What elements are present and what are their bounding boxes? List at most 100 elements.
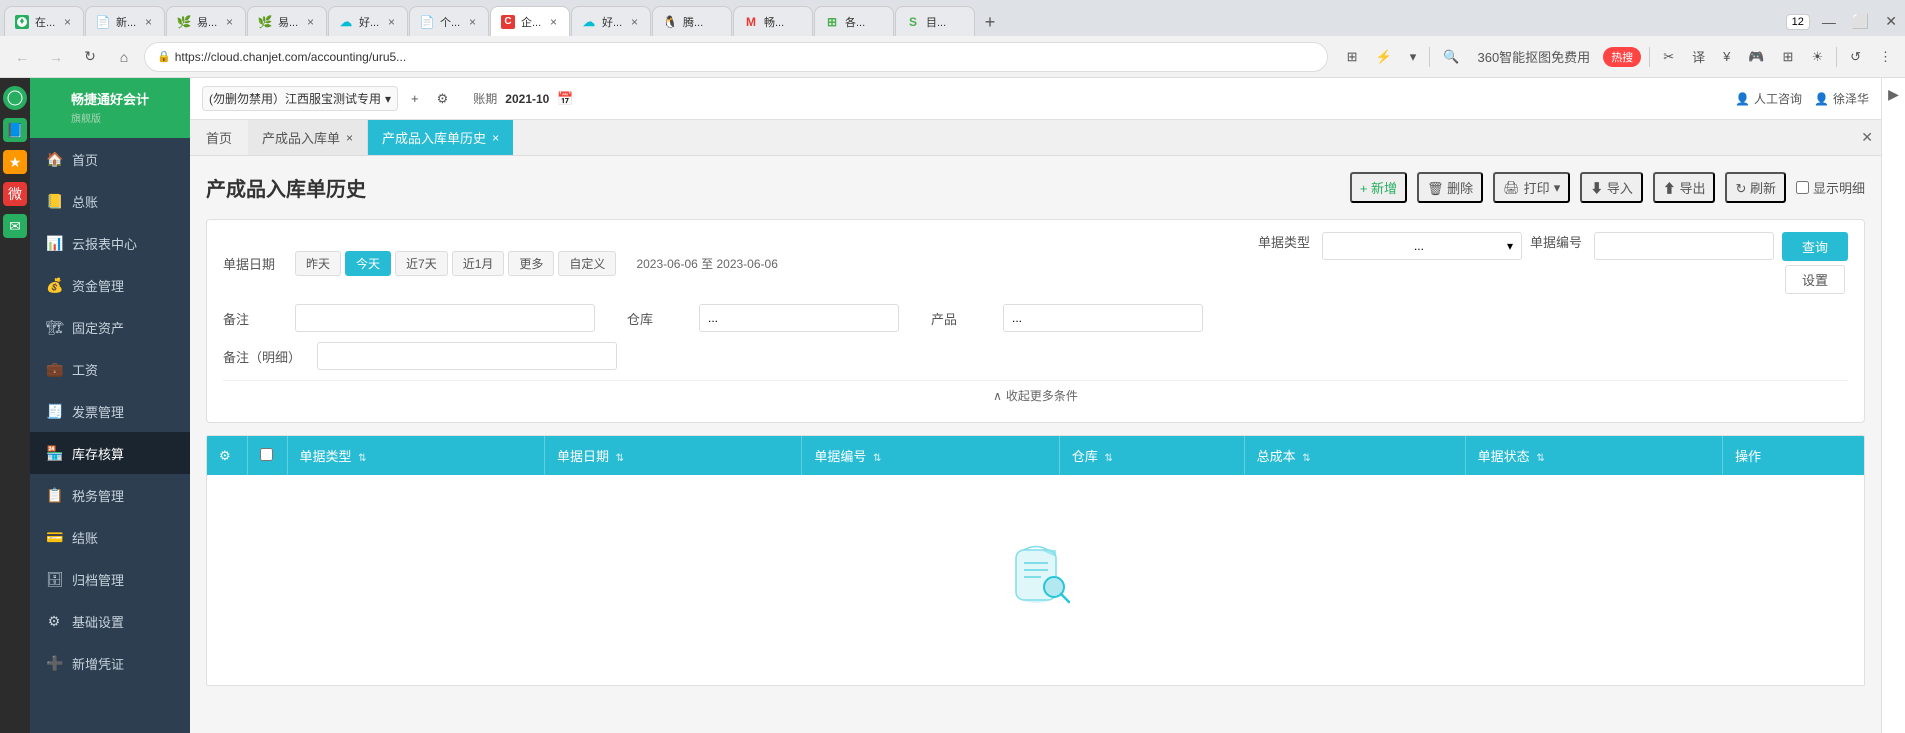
outer-close-button[interactable]: ✕ [1861,129,1873,146]
period-calendar-icon[interactable]: 📅 [557,91,573,107]
tab-close-6[interactable]: × [467,13,478,31]
col-date[interactable]: 单据日期 ⇅ [544,436,801,475]
icon-sidebar-item-1[interactable]: 📘 [3,118,27,142]
new-tab-button[interactable]: + [976,8,1004,36]
detail-remark-input[interactable] [317,342,617,370]
currency-icon[interactable]: ¥ [1718,46,1735,67]
browser-tab-9[interactable]: 🐧 腾... [652,6,732,36]
date-btn-yesterday[interactable]: 昨天 [295,251,341,276]
tab-close-3[interactable]: × [224,13,235,31]
breadcrumb-tab-1[interactable]: 产成品入库单 × [248,120,368,155]
tab-close-7[interactable]: × [548,13,559,31]
browser-tab-1[interactable]: 在... × [4,6,84,36]
print-button[interactable]: 🖨 打印 ▾ [1493,172,1570,203]
date-btn-today[interactable]: 今天 [345,251,391,276]
icon-sidebar-item-3[interactable]: 微 [3,182,27,206]
apps-icon[interactable]: ⊞ [1778,46,1799,68]
col-status[interactable]: 单据状态 ⇅ [1465,436,1722,475]
tab-close-2[interactable]: × [143,13,154,31]
maximize-button[interactable]: ⬜ [1848,11,1873,32]
address-input[interactable]: 🔒 https://cloud.chanjet.com/accounting/u… [144,42,1328,72]
date-btn-more[interactable]: 更多 [508,251,554,276]
tab-close-5[interactable]: × [386,13,397,31]
nav-item-tax[interactable]: 📋 税务管理 [30,474,190,516]
import-button[interactable]: ⬇ 导入 [1580,172,1643,203]
browser-tab-3[interactable]: 🌿 易... × [166,6,246,36]
nav-item-newbill[interactable]: ➕ 新增凭证 [30,642,190,684]
date-btn-custom[interactable]: 自定义 [558,251,616,276]
browser-tab-4[interactable]: 🌿 易... × [247,6,327,36]
scissors-icon[interactable]: ✂ [1658,46,1679,68]
grid-icon[interactable]: ⊞ [1342,46,1363,68]
browser-tab-8[interactable]: ☁ 好... × [571,6,651,36]
settings-button[interactable]: 设置 [1785,265,1845,294]
nav-item-settings[interactable]: ⚙ 基础设置 [30,600,190,642]
nav-item-checkout[interactable]: 💳 结账 [30,516,190,558]
icon-sidebar-item-2[interactable]: ★ [3,150,27,174]
nav-item-inventory[interactable]: 🏪 库存核算 [30,432,190,474]
breadcrumb-tab-2[interactable]: 产成品入库单历史 × [368,120,513,155]
collapse-row[interactable]: ∧ 收起更多条件 [223,380,1848,410]
minimize-button[interactable]: — [1818,12,1840,32]
refresh-page-button[interactable]: ↻ 刷新 [1725,172,1786,203]
date-btn-7days[interactable]: 近7天 [395,251,448,276]
nav-item-invoice[interactable]: 🧾 发票管理 [30,390,190,432]
browser-tab-6[interactable]: 📄 个... × [409,6,489,36]
back-button[interactable]: ← [8,43,36,71]
col-number[interactable]: 单据编号 ⇅ [802,436,1059,475]
nav-item-fixed[interactable]: 🏗 固定资产 [30,306,190,348]
tab-close-8[interactable]: × [629,13,640,31]
nav-item-reports[interactable]: 📊 云报表中心 [30,222,190,264]
dropdown-icon[interactable]: ▾ [1405,46,1422,68]
delete-button[interactable]: 🗑 删除 [1417,172,1483,203]
browser-tab-12[interactable]: S 目... [895,6,975,36]
nav-item-funds[interactable]: 💰 资金管理 [30,264,190,306]
browser-tab-2[interactable]: 📄 新... × [85,6,165,36]
tab-close-1[interactable]: × [62,13,73,31]
col-settings[interactable]: ⚙ [207,436,247,475]
user-service-btn[interactable]: 👤 人工咨询 [1735,90,1802,107]
export-button[interactable]: ⬆ 导出 [1653,172,1716,203]
warehouse-filter-select[interactable]: ... [699,304,899,332]
select-all-checkbox[interactable] [260,448,273,461]
icon-sidebar-item-4[interactable]: ✉ [3,214,27,238]
remark-filter-input[interactable] [295,304,595,332]
number-filter-input[interactable] [1594,232,1774,260]
browser-tab-5[interactable]: ☁ 好... × [328,6,408,36]
search-label[interactable]: 360智能抠图免费用 [1472,44,1595,69]
right-panel[interactable]: ▶ [1881,78,1905,733]
breadcrumb-tab-2-close[interactable]: × [492,131,499,145]
browser-tab-7[interactable]: C 企... × [490,6,570,36]
new-button[interactable]: + 新增 [1350,172,1407,203]
col-total-cost[interactable]: 总成本 ⇅ [1244,436,1465,475]
nav-item-archive[interactable]: 🗄 归档管理 [30,558,190,600]
hot-tag[interactable]: 热搜 [1603,47,1641,67]
translate-icon[interactable]: 译 [1687,44,1710,69]
col-type[interactable]: 单据类型 ⇅ [287,436,544,475]
display-detail-checkbox[interactable] [1796,181,1809,194]
nav-item-ledger[interactable]: 📒 总账 [30,180,190,222]
home-button[interactable]: ⌂ [110,43,138,71]
browser-tab-10[interactable]: M 畅... [733,6,813,36]
right-panel-close-icon[interactable]: ▶ [1888,86,1899,103]
theme-icon[interactable]: ☀ [1806,46,1828,68]
breadcrumb-tab-1-close[interactable]: × [346,131,353,145]
lightning-icon[interactable]: ⚡ [1371,46,1397,68]
col-warehouse[interactable]: 仓库 ⇅ [1059,436,1244,475]
display-detail-label[interactable]: 显示明细 [1796,178,1865,197]
tab-close-4[interactable]: × [305,13,316,31]
game-icon[interactable]: 🎮 [1743,46,1769,68]
date-btn-1month[interactable]: 近1月 [452,251,505,276]
browser-tab-11[interactable]: ⊞ 各... [814,6,894,36]
refresh-button[interactable]: ↻ [76,43,104,71]
search-icon[interactable]: 🔍 [1438,46,1464,68]
nav-item-payroll[interactable]: 💼 工资 [30,348,190,390]
nav-item-home[interactable]: 🏠 首页 [30,138,190,180]
add-company-button[interactable]: + [406,88,424,109]
close-button[interactable]: ✕ [1881,11,1901,32]
col-checkbox[interactable] [247,436,287,475]
forward-button[interactable]: → [42,43,70,71]
breadcrumb-home[interactable]: 首页 [190,120,248,155]
product-filter-select[interactable]: ... [1003,304,1203,332]
more-icon[interactable]: ⋮ [1874,46,1897,68]
